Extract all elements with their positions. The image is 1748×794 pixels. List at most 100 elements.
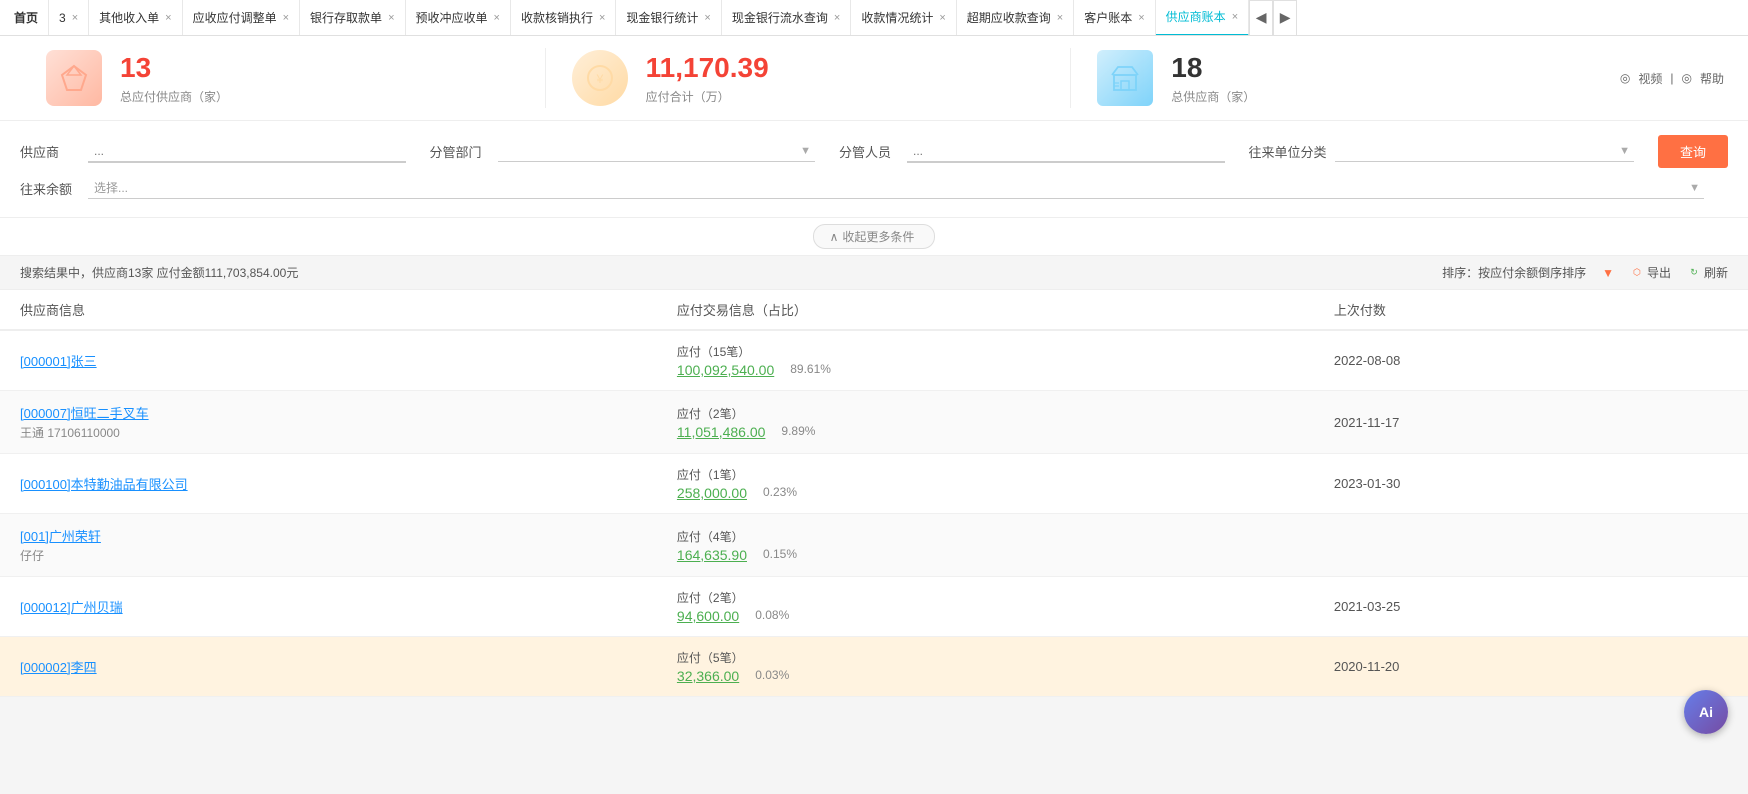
refresh-button[interactable]: ↻ 刷新 (1687, 264, 1728, 281)
payable-total-number: 11,170.39 (646, 51, 769, 85)
nav-tab-bank-deposit[interactable]: 银行存取款单 × (300, 0, 405, 36)
close-icon[interactable]: × (939, 12, 945, 24)
tx-label: 应付（1笔） (677, 466, 1334, 483)
chevron-up-icon: ∧ (830, 230, 839, 244)
close-icon[interactable]: × (283, 12, 289, 24)
close-icon[interactable]: × (599, 12, 605, 24)
results-actions: 排序：按应付余额倒序排序 ▼ ⬡ 导出 ↻ 刷新 (1442, 264, 1728, 281)
person-input[interactable] (907, 141, 1225, 162)
tx-amount[interactable]: 100,092,540.00 (677, 362, 774, 378)
collapse-button[interactable]: ∧ 收起更多条件 (813, 224, 936, 249)
last-pay-date: 2021-11-17 (1334, 415, 1400, 430)
table-row: [000100]本特勤油品有限公司 应付（1笔） 258,000.00 0.23… (0, 454, 1748, 514)
tx-info-cell: 应付（2笔） 94,600.00 0.08% (677, 589, 1334, 624)
ai-label: Ai (1699, 704, 1713, 720)
nav-tab-payment-execute[interactable]: 收款核销执行 × (511, 0, 616, 36)
query-button[interactable]: 查询 (1658, 135, 1728, 168)
balance-select-wrapper: 选择... ▼ (88, 178, 1704, 199)
tx-percent: 89.61% (790, 362, 831, 376)
unit-class-label: 往来单位分类 (1249, 142, 1327, 161)
supplier-link[interactable]: [000001]张三 (20, 351, 677, 370)
tx-amount[interactable]: 11,051,486.00 (677, 424, 766, 440)
supplier-sub: 仔仔 (20, 547, 677, 564)
tx-percent: 9.89% (781, 424, 815, 438)
dept-select-wrapper: ▼ (498, 141, 816, 162)
supplier-label: 供应商 (20, 142, 80, 161)
close-icon[interactable]: × (72, 12, 78, 24)
table-row: [000002]李四 应付（5笔） 32,366.00 0.03% 2020-1… (0, 637, 1748, 697)
supplier-link[interactable]: [000002]李四 (20, 657, 677, 676)
payable-total-label: 应付合计（万） (646, 88, 769, 105)
sort-arrow-icon: ▼ (1602, 266, 1614, 280)
tx-percent: 0.23% (763, 485, 797, 499)
col-header-lastpay: 上次付数 (1334, 300, 1728, 319)
collapse-label: 收起更多条件 (842, 228, 914, 245)
nav-tab-other-income[interactable]: 其他收入单 × (89, 0, 182, 36)
video-icon: ◎ (1620, 71, 1630, 85)
tx-info-cell: 应付（2笔） 11,051,486.00 9.89% (677, 405, 1334, 440)
supplier-info-cell: [001]广州荣轩 仔仔 (20, 526, 677, 564)
tx-label: 应付（4笔） (677, 528, 1334, 545)
supplier-link[interactable]: [000012]广州贝瑞 (20, 597, 677, 616)
export-button[interactable]: ⬡ 导出 (1630, 264, 1671, 281)
supplier-input-wrapper (88, 141, 406, 163)
last-pay-cell: 2022-08-08 (1334, 353, 1728, 368)
nav-tab-customer-ledger[interactable]: 客户账本 × (1074, 0, 1155, 36)
nav-tab-cash-bank-stats[interactable]: 现金银行统计 × (616, 0, 721, 36)
nav-tab-prepay-offset[interactable]: 预收冲应收单 × (406, 0, 511, 36)
nav-next-arrow[interactable]: ▶ (1273, 0, 1297, 36)
help-link[interactable]: 帮助 (1700, 70, 1724, 87)
nav-tab-payment-stats[interactable]: 收款情况统计 × (851, 0, 956, 36)
close-icon[interactable]: × (388, 12, 394, 24)
nav-tab-3[interactable]: 3 × (49, 0, 89, 36)
last-pay-date: 2022-08-08 (1334, 353, 1401, 368)
export-label: 导出 (1647, 264, 1671, 281)
close-icon[interactable]: × (834, 12, 840, 24)
table-row: [000012]广州贝瑞 应付（2笔） 94,600.00 0.08% 2021… (0, 577, 1748, 637)
supplier-input[interactable] (88, 141, 406, 162)
person-input-wrapper (907, 141, 1225, 163)
close-icon[interactable]: × (1138, 12, 1144, 24)
summary-card-payable-suppliers: 13 总应付供应商（家） (20, 48, 546, 108)
nav-tab-cash-flow-query[interactable]: 现金银行流水查询 × (722, 0, 851, 36)
tx-amount[interactable]: 32,366.00 (677, 668, 739, 684)
col-header-tx: 应付交易信息（占比） (677, 300, 1334, 319)
top-navigation: 首页 3 × 其他收入单 × 应收应付调整单 × 银行存取款单 × 预收冲应收单… (0, 0, 1748, 36)
last-pay-date: 2020-11-20 (1334, 659, 1400, 674)
export-icon: ⬡ (1630, 266, 1644, 280)
close-icon[interactable]: × (1232, 11, 1238, 23)
video-link[interactable]: 视频 (1638, 70, 1662, 87)
last-pay-cell: 2023-01-30 (1334, 476, 1728, 491)
filter-section: 供应商 分管部门 ▼ 分管人员 往来单位分类 (0, 121, 1748, 218)
tx-amount[interactable]: 94,600.00 (677, 608, 739, 624)
tx-amount[interactable]: 258,000.00 (677, 485, 747, 501)
collapse-bar: ∧ 收起更多条件 (0, 218, 1748, 256)
supplier-link[interactable]: [001]广州荣轩 (20, 526, 677, 545)
tx-percent: 0.03% (755, 668, 789, 682)
close-icon[interactable]: × (1057, 12, 1063, 24)
dept-select[interactable] (498, 141, 816, 161)
close-icon[interactable]: × (704, 12, 710, 24)
supplier-link[interactable]: [000007]恒旺二手叉车 (20, 403, 677, 422)
nav-tab-home[interactable]: 首页 (4, 0, 49, 36)
person-label: 分管人员 (839, 142, 899, 161)
svg-text:¥: ¥ (595, 72, 603, 86)
diamond-icon (44, 48, 104, 108)
supplier-info-cell: [000002]李四 (20, 657, 677, 676)
supplier-info-cell: [000007]恒旺二手叉车 王通 17106110000 (20, 403, 677, 441)
unit-class-select[interactable] (1335, 141, 1634, 161)
nav-tab-ar-ap-adjust[interactable]: 应收应付调整单 × (183, 0, 300, 36)
nav-prev-arrow[interactable]: ◀ (1249, 0, 1273, 36)
supplier-link[interactable]: [000100]本特勤油品有限公司 (20, 474, 677, 493)
supplier-info-cell: [000012]广州贝瑞 (20, 597, 677, 616)
ai-button[interactable]: Ai (1684, 690, 1728, 734)
store-icon (1095, 48, 1155, 108)
refresh-label: 刷新 (1704, 264, 1728, 281)
close-icon[interactable]: × (165, 12, 171, 24)
balance-select[interactable]: 选择... (88, 178, 1704, 198)
last-pay-date: 2021-03-25 (1334, 599, 1401, 614)
nav-tab-overdue-query[interactable]: 超期应收款查询 × (957, 0, 1074, 36)
close-icon[interactable]: × (494, 12, 500, 24)
nav-tab-supplier-ledger[interactable]: 供应商账本 × (1156, 0, 1249, 36)
tx-amount[interactable]: 164,635.90 (677, 547, 747, 563)
